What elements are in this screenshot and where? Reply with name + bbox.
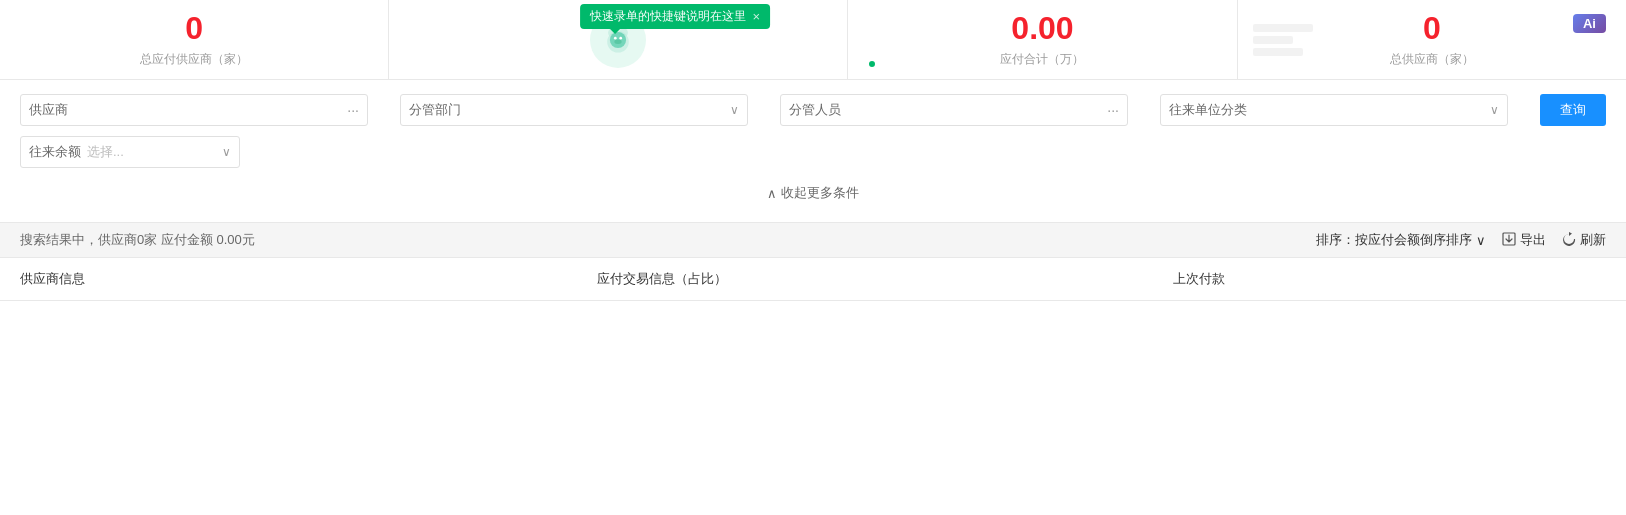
svg-point-6 — [615, 39, 622, 44]
export-btn[interactable]: 导出 — [1502, 231, 1546, 249]
filter-row-2: 往来余额 选择... ∨ — [20, 136, 1606, 168]
supplier-label: 供应商 — [29, 101, 68, 119]
empty-area — [0, 301, 1626, 515]
results-bar: 搜索结果中，供应商0家 应付金额 0.00元 排序：按应付会额倒序排序 ∨ 导出… — [0, 223, 1626, 258]
svg-point-4 — [614, 36, 617, 39]
export-icon — [1502, 232, 1516, 249]
collapse-text: 收起更多条件 — [781, 184, 859, 202]
col-lastpay-header: 上次付款 — [1173, 270, 1606, 288]
stat-payable-total: 0.00 应付合计（万） — [848, 0, 1237, 79]
refresh-label: 刷新 — [1580, 231, 1606, 249]
stat-number-total-suppliers: 0 — [1423, 11, 1441, 46]
department-input[interactable] — [467, 103, 730, 118]
tooltip-text: 快速录单的快捷键说明在这里 — [590, 8, 746, 25]
filter-row-1: 供应商 ··· 分管部门 ∨ 分管人员 ··· 往来单位分类 ∨ 查询 — [20, 94, 1606, 126]
unit-class-input[interactable] — [1253, 103, 1490, 118]
sort-label: 排序：按应付会额倒序排序 — [1316, 231, 1472, 249]
stat-label-payable-suppliers: 总应付供应商（家） — [140, 51, 248, 68]
export-label: 导出 — [1520, 231, 1546, 249]
unit-class-arrow[interactable]: ∨ — [1490, 103, 1499, 117]
balance-placeholder: 选择... — [87, 143, 222, 161]
department-filter[interactable]: 分管部门 ∨ — [400, 94, 748, 126]
department-arrow[interactable]: ∨ — [730, 103, 739, 117]
stat-number-payable-total: 0.00 — [1011, 11, 1073, 46]
manager-filter[interactable]: 分管人员 ··· — [780, 94, 1128, 126]
refresh-icon — [1562, 232, 1576, 249]
collapse-row: ∧ 收起更多条件 — [20, 174, 1606, 216]
stat-total-suppliers: 0 总供应商（家） Ai — [1238, 0, 1626, 79]
stat-label-total-suppliers: 总供应商（家） — [1390, 51, 1474, 68]
svg-point-5 — [620, 36, 623, 39]
filter-area: 供应商 ··· 分管部门 ∨ 分管人员 ··· 往来单位分类 ∨ 查询 — [0, 80, 1626, 223]
manager-input[interactable] — [847, 103, 1107, 118]
balance-arrow[interactable]: ∨ — [222, 145, 231, 159]
supplier-input[interactable] — [74, 103, 347, 118]
stats-bar: 0 总应付供应商（家） 快速录单的快捷键说明在这里 × 0.00 — [0, 0, 1626, 80]
col-supplier-header: 供应商信息 — [20, 270, 597, 288]
unit-class-label: 往来单位分类 — [1169, 101, 1247, 119]
stat-label-payable-total: 应付合计（万） — [1000, 51, 1084, 68]
stat-total-payable-suppliers: 0 总应付供应商（家） — [0, 0, 389, 79]
manager-label: 分管人员 — [789, 101, 841, 119]
stat-icon-area: 快速录单的快捷键说明在这里 × — [389, 0, 848, 79]
search-button[interactable]: 查询 — [1540, 94, 1606, 126]
ai-badge[interactable]: Ai — [1573, 14, 1606, 33]
supplier-filter[interactable]: 供应商 ··· — [20, 94, 368, 126]
supplier-dots-btn[interactable]: ··· — [347, 102, 359, 118]
collapse-btn[interactable]: ∧ 收起更多条件 — [751, 180, 875, 206]
results-actions: 排序：按应付会额倒序排序 ∨ 导出 刷新 — [1316, 231, 1606, 249]
table-header: 供应商信息 应付交易信息（占比） 上次付款 — [0, 258, 1626, 301]
unit-class-filter[interactable]: 往来单位分类 ∨ — [1160, 94, 1508, 126]
sort-select[interactable]: 排序：按应付会额倒序排序 ∨ — [1316, 231, 1486, 249]
results-info: 搜索结果中，供应商0家 应付金额 0.00元 — [20, 231, 255, 249]
collapse-icon: ∧ — [767, 186, 777, 201]
balance-filter[interactable]: 往来余额 选择... ∨ — [20, 136, 240, 168]
department-label: 分管部门 — [409, 101, 461, 119]
refresh-btn[interactable]: 刷新 — [1562, 231, 1606, 249]
sort-arrow[interactable]: ∨ — [1476, 233, 1486, 248]
tooltip-close-btn[interactable]: × — [752, 9, 760, 24]
tooltip-bubble: 快速录单的快捷键说明在这里 × — [580, 4, 770, 29]
balance-label: 往来余额 — [29, 143, 81, 161]
stat-number-payable-suppliers: 0 — [185, 11, 203, 46]
col-transaction-header: 应付交易信息（占比） — [597, 270, 1174, 288]
manager-dots-btn[interactable]: ··· — [1107, 102, 1119, 118]
